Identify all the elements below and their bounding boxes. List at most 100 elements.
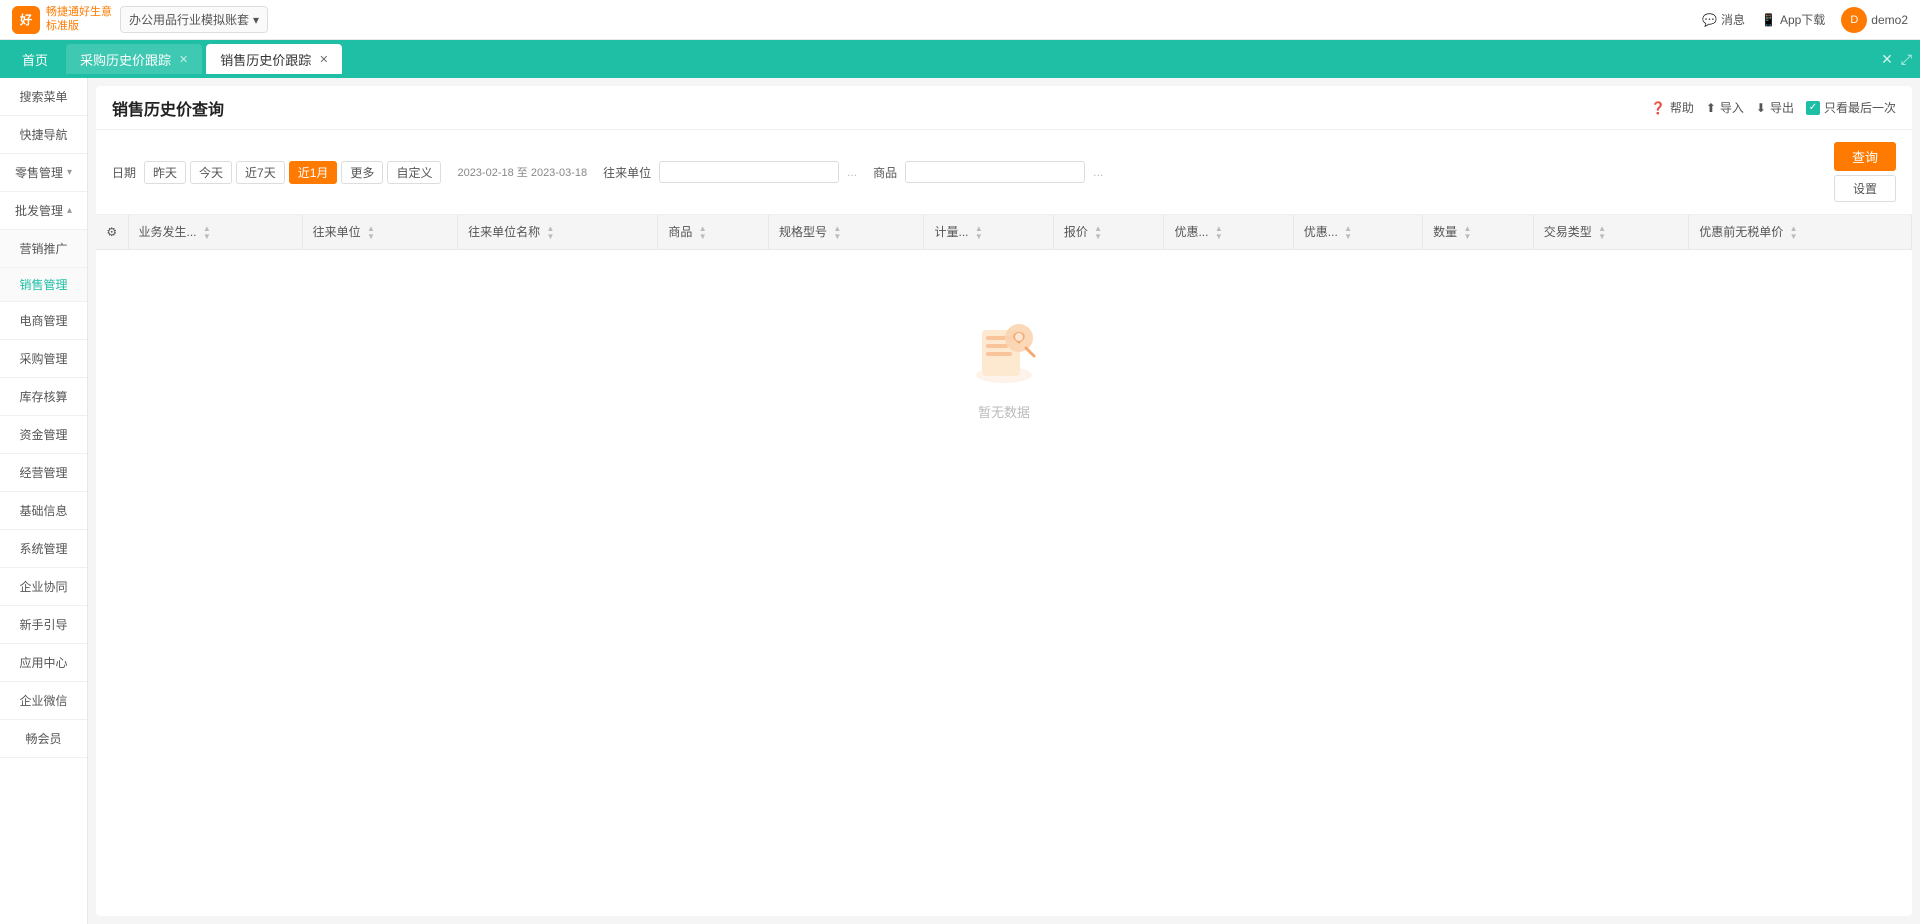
sidebar-item-system-mgmt[interactable]: 系统管理 — [0, 530, 87, 568]
sidebar-item-app-center[interactable]: 应用中心 — [0, 644, 87, 682]
title-actions: ❓ 帮助 ⬆ 导入 ⬇ 导出 ✓ 只看最后一次 — [1651, 99, 1896, 116]
date-btn-more[interactable]: 更多 — [341, 161, 383, 184]
date-btn-7days[interactable]: 近7天 — [236, 161, 285, 184]
goods-input[interactable] — [905, 161, 1085, 183]
checkbox-checked-icon: ✓ — [1806, 101, 1820, 115]
tab-close-purchase[interactable]: ✕ — [179, 53, 188, 66]
col-qty[interactable]: 数量 ▲▼ — [1423, 215, 1534, 249]
date-buttons: 昨天 今天 近7天 近1月 更多 自定义 — [144, 161, 441, 184]
logo-icon: 好 — [12, 6, 40, 34]
sidebar-item-search-menu[interactable]: 搜索菜单 — [0, 78, 87, 116]
sort-arrows-partner-name: ▲▼ — [546, 225, 554, 241]
content-area: 销售历史价查询 ❓ 帮助 ⬆ 导入 ⬇ 导出 ✓ — [88, 78, 1920, 924]
sidebar-item-quick-nav[interactable]: 快捷导航 — [0, 116, 87, 154]
logo-area: 好 畅捷通好生意 标准版 — [12, 6, 112, 34]
close-window-btn[interactable]: ✕ — [1881, 51, 1893, 68]
logo-text: 畅捷通好生意 标准版 — [46, 6, 112, 32]
sidebar-item-inventory[interactable]: 库存核算 — [0, 378, 87, 416]
import-btn[interactable]: ⬆ 导入 — [1706, 99, 1744, 116]
filter-date-row: 日期 昨天 今天 近7天 近1月 更多 自定义 — [112, 161, 441, 184]
only-latest-checkbox[interactable]: ✓ 只看最后一次 — [1806, 99, 1896, 116]
sidebar-item-enterprise-collab[interactable]: 企业协同 — [0, 568, 87, 606]
col-trade-type[interactable]: 交易类型 ▲▼ — [1533, 215, 1688, 249]
partner-input[interactable] — [659, 161, 839, 183]
top-header: 好 畅捷通好生意 标准版 办公用品行业模拟账套 ▾ 💬 消息 📱 App下载 D… — [0, 0, 1920, 40]
import-icon: ⬆ — [1706, 101, 1716, 115]
sort-arrows-trade-type: ▲▼ — [1598, 225, 1606, 241]
maximize-window-btn[interactable]: ⤢ — [1901, 51, 1912, 68]
tab-bar: 首页 采购历史价跟踪 ✕ 销售历史价跟踪 ✕ ✕ ⤢ — [0, 40, 1920, 78]
col-biz-date[interactable]: 业务发生... ▲▼ — [128, 215, 302, 249]
col-partner-name[interactable]: 往来单位名称 ▲▼ — [458, 215, 658, 249]
chevron-up-icon: ▴ — [67, 205, 72, 216]
page-title: 销售历史价查询 — [112, 96, 224, 120]
tab-close-sales[interactable]: ✕ — [319, 53, 328, 66]
col-discount2[interactable]: 优惠... ▲▼ — [1293, 215, 1422, 249]
sidebar-item-marketing[interactable]: 营销推广 — [0, 230, 87, 268]
sort-arrows-biz-date: ▲▼ — [203, 225, 211, 241]
message-icon: 💬 — [1702, 13, 1717, 27]
sidebar-item-enterprise-wechat[interactable]: 企业微信 — [0, 682, 87, 720]
col-quote[interactable]: 报价 ▲▼ — [1053, 215, 1164, 249]
tab-sales-history[interactable]: 销售历史价跟踪 ✕ — [206, 44, 342, 74]
empty-state: 暂无数据 — [96, 250, 1912, 481]
sidebar-item-member[interactable]: 畅会员 — [0, 720, 87, 758]
sidebar-item-basic-info[interactable]: 基础信息 — [0, 492, 87, 530]
avatar: D — [1841, 7, 1867, 33]
sidebar-item-retail-mgmt[interactable]: 零售管理 ▾ — [0, 154, 87, 192]
col-goods[interactable]: 商品 ▲▼ — [658, 215, 769, 249]
sidebar-item-wholesale-mgmt[interactable]: 批发管理 ▴ — [0, 192, 87, 230]
partner-filter-label: 往来单位 — [603, 164, 651, 181]
col-unit[interactable]: 计量... ▲▼ — [924, 215, 1053, 249]
company-selector[interactable]: 办公用品行业模拟账套 ▾ — [120, 6, 268, 33]
date-range-text: 2023-02-18 至 2023-03-18 — [457, 164, 587, 180]
empty-text: 暂无数据 — [978, 402, 1030, 421]
sort-arrows-discount1: ▲▼ — [1215, 225, 1223, 241]
goods-ellipsis[interactable]: ... — [1093, 165, 1103, 179]
query-button[interactable]: 查询 — [1834, 142, 1896, 171]
sort-arrows-goods: ▲▼ — [699, 225, 707, 241]
sort-arrows-unit: ▲▼ — [975, 225, 983, 241]
date-btn-custom[interactable]: 自定义 — [387, 161, 441, 184]
sidebar-item-purchase-mgmt[interactable]: 采购管理 — [0, 340, 87, 378]
download-icon: 📱 — [1761, 13, 1776, 27]
export-icon: ⬇ — [1756, 101, 1766, 115]
tab-home[interactable]: 首页 — [8, 44, 62, 74]
date-btn-today[interactable]: 今天 — [190, 161, 232, 184]
filter-area: 日期 昨天 今天 近7天 近1月 更多 自定义 2023-02-18 至 202… — [96, 130, 1912, 215]
settings-button[interactable]: 设置 — [1834, 175, 1896, 202]
sort-arrows-spec: ▲▼ — [833, 225, 841, 241]
date-btn-yesterday[interactable]: 昨天 — [144, 161, 186, 184]
gear-icon: ⚙ — [106, 225, 117, 239]
col-pretax-price[interactable]: 优惠前无税单价 ▲▼ — [1689, 215, 1912, 249]
message-btn[interactable]: 💬 消息 — [1702, 11, 1745, 28]
col-discount1[interactable]: 优惠... ▲▼ — [1164, 215, 1293, 249]
chevron-down-icon: ▾ — [67, 167, 72, 178]
app-download-btn[interactable]: 📱 App下载 — [1761, 11, 1825, 28]
goods-filter-label: 商品 — [873, 164, 897, 181]
sidebar-item-ops-mgmt[interactable]: 经营管理 — [0, 454, 87, 492]
header-left: 好 畅捷通好生意 标准版 办公用品行业模拟账套 ▾ — [12, 6, 268, 34]
col-spec[interactable]: 规格型号 ▲▼ — [769, 215, 924, 249]
sidebar-item-sales-mgmt[interactable]: 销售管理 — [0, 268, 87, 302]
sidebar-item-finance-mgmt[interactable]: 资金管理 — [0, 416, 87, 454]
export-btn[interactable]: ⬇ 导出 — [1756, 99, 1794, 116]
filter-goods-row: 商品 ... — [873, 161, 1103, 183]
col-settings[interactable]: ⚙ — [96, 215, 128, 249]
filter-partner-row: 往来单位 ... — [603, 161, 857, 183]
date-range-display: 2023-02-18 至 2023-03-18 — [457, 164, 587, 180]
sidebar-item-ecom-mgmt[interactable]: 电商管理 — [0, 302, 87, 340]
tab-purchase-history[interactable]: 采购历史价跟踪 ✕ — [66, 44, 202, 74]
help-btn[interactable]: ❓ 帮助 — [1651, 99, 1694, 116]
user-menu[interactable]: D demo2 — [1841, 7, 1908, 33]
sidebar-item-beginner-guide[interactable]: 新手引导 — [0, 606, 87, 644]
date-btn-1month[interactable]: 近1月 — [289, 161, 338, 184]
empty-illustration — [964, 310, 1044, 390]
filter-right-buttons: 查询 设置 — [1834, 142, 1896, 202]
sort-arrows-pretax-price: ▲▼ — [1790, 225, 1798, 241]
col-partner-code[interactable]: 往来单位 ▲▼ — [302, 215, 457, 249]
partner-ellipsis[interactable]: ... — [847, 165, 857, 179]
data-table: ⚙ 业务发生... ▲▼ 往来单位 ▲▼ 往来单位名称 — [96, 215, 1912, 250]
table-header-row: ⚙ 业务发生... ▲▼ 往来单位 ▲▼ 往来单位名称 — [96, 215, 1912, 249]
sort-arrows-discount2: ▲▼ — [1344, 225, 1352, 241]
